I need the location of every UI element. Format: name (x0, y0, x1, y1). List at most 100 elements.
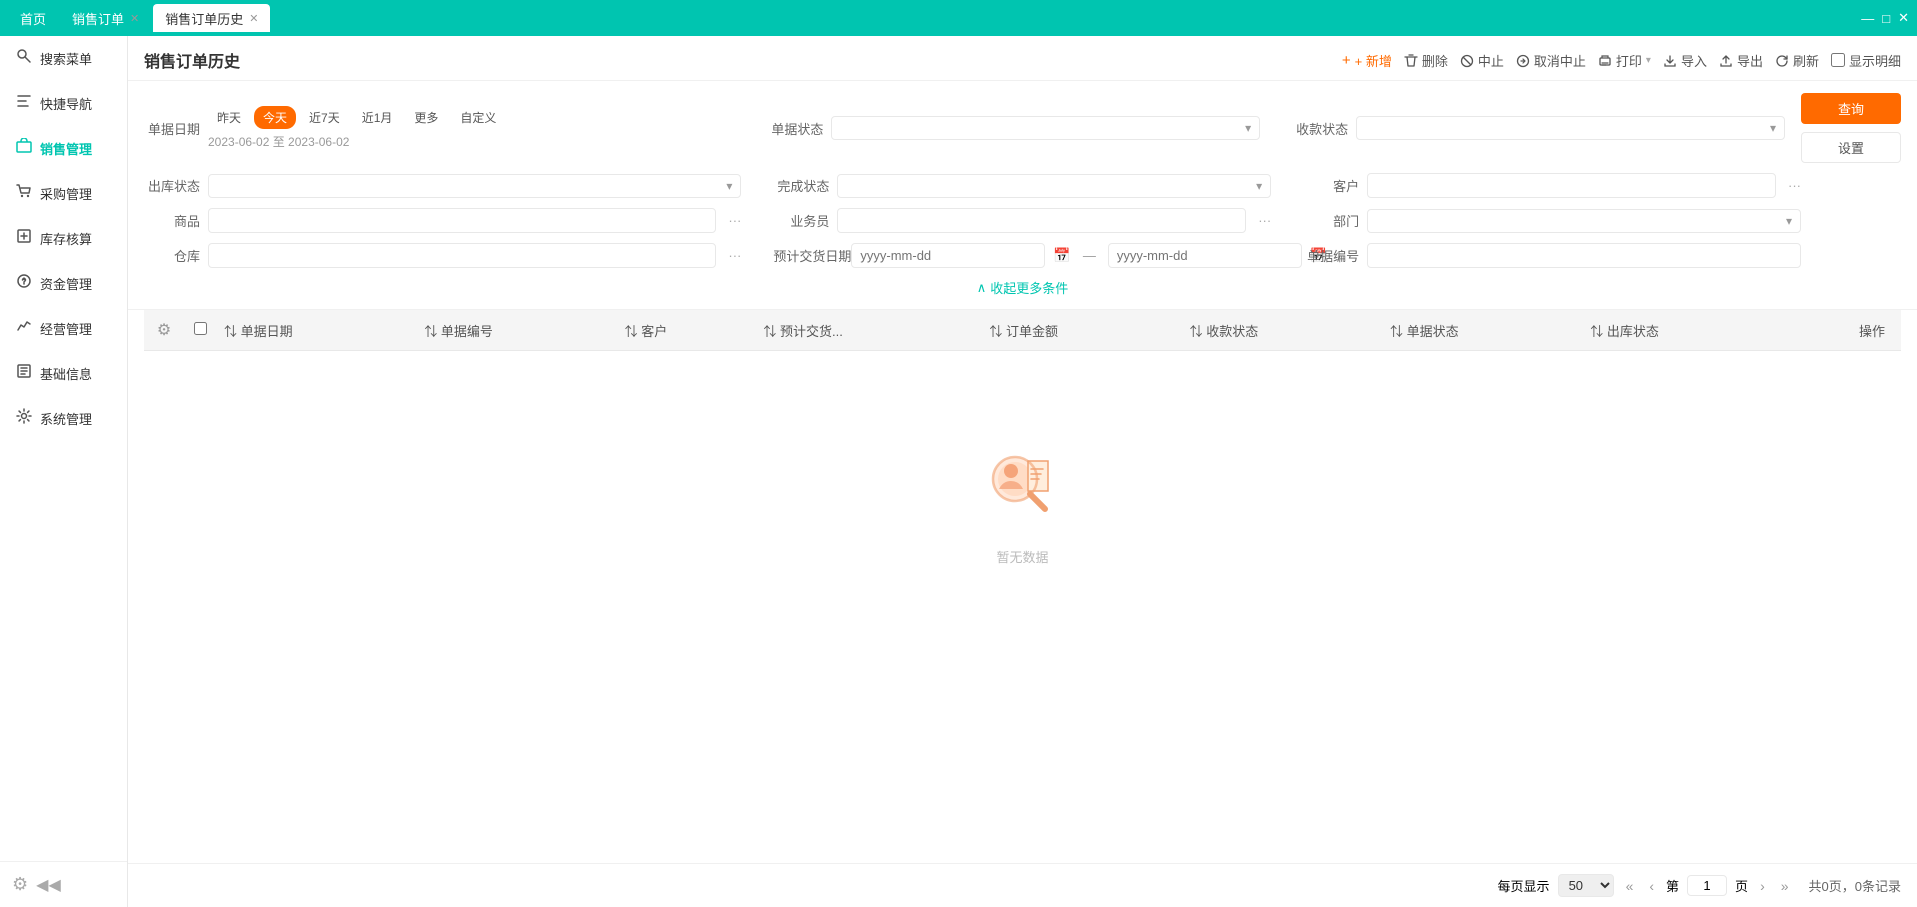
import-button[interactable]: 导入 (1663, 51, 1707, 70)
doc-status-label: 单据状态 (767, 119, 823, 138)
minimize-button[interactable]: — (1861, 11, 1874, 26)
doc-number-input[interactable] (1367, 243, 1801, 268)
date-btn-yesterday[interactable]: 昨天 (208, 106, 250, 129)
setting-button[interactable]: 设置 (1801, 132, 1901, 163)
content-area: 销售订单历史 + + 新增 删除 中止 (128, 36, 1917, 907)
filter-doc-status: 单据状态 ▾ (767, 116, 1260, 140)
show-detail-label-text: 显示明细 (1849, 51, 1901, 70)
expected-delivery-label: 预计交货日期 (773, 246, 843, 265)
salesperson-input[interactable] (837, 208, 1246, 233)
tab-sales-order-label: 销售订单 (72, 9, 124, 28)
filter-warehouse: 仓库 ··· (144, 243, 741, 268)
col-doc-date: ⇅ 单据日期 (216, 310, 416, 351)
cancel-stop-button[interactable]: 取消中止 (1516, 51, 1586, 70)
print-button[interactable]: 打印 ▾ (1598, 51, 1651, 70)
sidebar-item-system-mgmt[interactable]: 系统管理 (0, 396, 127, 441)
sidebar-item-capital-mgmt[interactable]: 资金管理 (0, 261, 127, 306)
sidebar-settings-icon[interactable]: ⚙ (12, 874, 28, 895)
query-button[interactable]: 查询 (1801, 93, 1901, 124)
date-btn-7days[interactable]: 近7天 (300, 106, 349, 129)
filter-complete-status: 完成状态 ▾ (773, 174, 1271, 198)
print-label: 打印 (1616, 51, 1642, 70)
col-doc-number-label: ⇅ 单据编号 (424, 324, 493, 339)
col-order-amount: ⇅ 订单金额 (981, 310, 1181, 351)
page-label: 第 (1666, 876, 1679, 895)
refresh-icon (1775, 52, 1789, 68)
date-separator: — (1083, 248, 1096, 263)
filter-goods: 商品 ··· (144, 208, 741, 233)
sidebar-item-quick-nav[interactable]: 快捷导航 (0, 81, 127, 126)
col-expected-delivery-label: ⇅ 预计交货... (763, 324, 842, 339)
sidebar-item-purchase-mgmt[interactable]: 采购管理 (0, 171, 127, 216)
salesperson-label: 业务员 (773, 211, 829, 230)
date-from-input[interactable] (851, 243, 1045, 268)
sidebar-collapse-icon[interactable]: ◀◀ (36, 875, 61, 895)
stock-out-label: 出库状态 (144, 176, 200, 195)
import-label: 导入 (1681, 51, 1707, 70)
col-expected-delivery: ⇅ 预计交货... (755, 310, 981, 351)
goods-input[interactable] (208, 208, 716, 233)
first-page-button[interactable]: « (1622, 876, 1638, 896)
collapse-row[interactable]: ∧ 收起更多条件 (144, 278, 1901, 297)
tab-home[interactable]: 首页 (8, 4, 58, 32)
doc-status-chevron: ▾ (1245, 121, 1251, 135)
table-settings-icon[interactable]: ⚙ (157, 322, 171, 339)
refresh-button[interactable]: 刷新 (1775, 51, 1819, 70)
add-button[interactable]: + + 新增 (1342, 51, 1392, 70)
print-chevron: ▾ (1646, 55, 1651, 66)
sidebar-item-operation-mgmt[interactable]: 经营管理 (0, 306, 127, 351)
export-button[interactable]: 导出 (1719, 51, 1763, 70)
doc-status-select[interactable]: ▾ (831, 116, 1260, 140)
sidebar-item-basic-info[interactable]: 基础信息 (0, 351, 127, 396)
col-checkbox (184, 310, 216, 351)
col-payment-status: ⇅ 收款状态 (1182, 310, 1382, 351)
stop-button[interactable]: 中止 (1460, 51, 1504, 70)
empty-state: 暂无数据 (144, 351, 1901, 646)
tab-sales-order-history[interactable]: 销售订单历史 ✕ (153, 4, 270, 32)
date-btn-1month[interactable]: 近1月 (353, 106, 402, 129)
department-select[interactable]: ▾ (1367, 209, 1801, 233)
system-mgmt-icon (16, 408, 32, 429)
empty-icon (973, 431, 1073, 531)
export-label: 导出 (1737, 51, 1763, 70)
export-icon (1719, 52, 1733, 68)
select-all-checkbox[interactable] (194, 322, 207, 335)
tab-sales-order[interactable]: 销售订单 ✕ (60, 4, 151, 32)
payment-status-select[interactable]: ▾ (1356, 116, 1785, 140)
filter-area: 单据日期 昨天 今天 近7天 近1月 更多 自定义 2023-06-02 至 2… (128, 81, 1917, 310)
per-page-select[interactable]: 50 10 20 100 (1558, 874, 1614, 897)
table-area: ⚙ ⇅ 单据日期 ⇅ 单据编号 ⇅ 客户 (128, 310, 1917, 863)
sidebar-item-inventory-settle[interactable]: 库存核算 (0, 216, 127, 261)
sidebar-item-search-menu[interactable]: 搜索菜单 (0, 36, 127, 81)
col-operation-label: 操作 (1859, 324, 1885, 339)
date-btn-custom[interactable]: 自定义 (451, 106, 505, 129)
date-btn-more[interactable]: 更多 (405, 106, 447, 129)
customer-ellipsis[interactable]: ··· (1788, 178, 1801, 193)
tab-sales-order-history-close[interactable]: ✕ (249, 12, 258, 25)
delete-button[interactable]: 删除 (1404, 51, 1448, 70)
last-page-button[interactable]: » (1777, 876, 1793, 896)
warehouse-ellipsis[interactable]: ··· (728, 248, 741, 263)
prev-page-button[interactable]: ‹ (1645, 876, 1658, 896)
next-page-button[interactable]: › (1756, 876, 1769, 896)
page-suffix: 页 (1735, 876, 1748, 895)
close-button[interactable]: ✕ (1898, 10, 1909, 26)
stock-out-select[interactable]: ▾ (208, 174, 741, 198)
salesperson-ellipsis[interactable]: ··· (1258, 213, 1271, 228)
maximize-button[interactable]: □ (1882, 11, 1890, 26)
goods-ellipsis[interactable]: ··· (728, 213, 741, 228)
sidebar-item-sales-mgmt[interactable]: 销售管理 (0, 126, 127, 171)
complete-status-select[interactable]: ▾ (837, 174, 1271, 198)
date-btn-today[interactable]: 今天 (254, 106, 296, 129)
toolbar: + + 新增 删除 中止 (1342, 51, 1901, 70)
sidebar-item-operation-mgmt-label: 经营管理 (40, 319, 92, 338)
customer-input[interactable] (1367, 173, 1776, 198)
tab-sales-order-close[interactable]: ✕ (130, 12, 139, 25)
show-detail-toggle[interactable]: 显示明细 (1831, 51, 1901, 70)
page-number-input[interactable] (1687, 875, 1727, 896)
page-header: 销售订单历史 + + 新增 删除 中止 (128, 36, 1917, 81)
show-detail-checkbox[interactable] (1831, 53, 1845, 67)
date-to-input[interactable] (1108, 243, 1302, 268)
date-from-calendar-icon[interactable]: 📅 (1053, 247, 1070, 264)
warehouse-input[interactable] (208, 243, 716, 268)
